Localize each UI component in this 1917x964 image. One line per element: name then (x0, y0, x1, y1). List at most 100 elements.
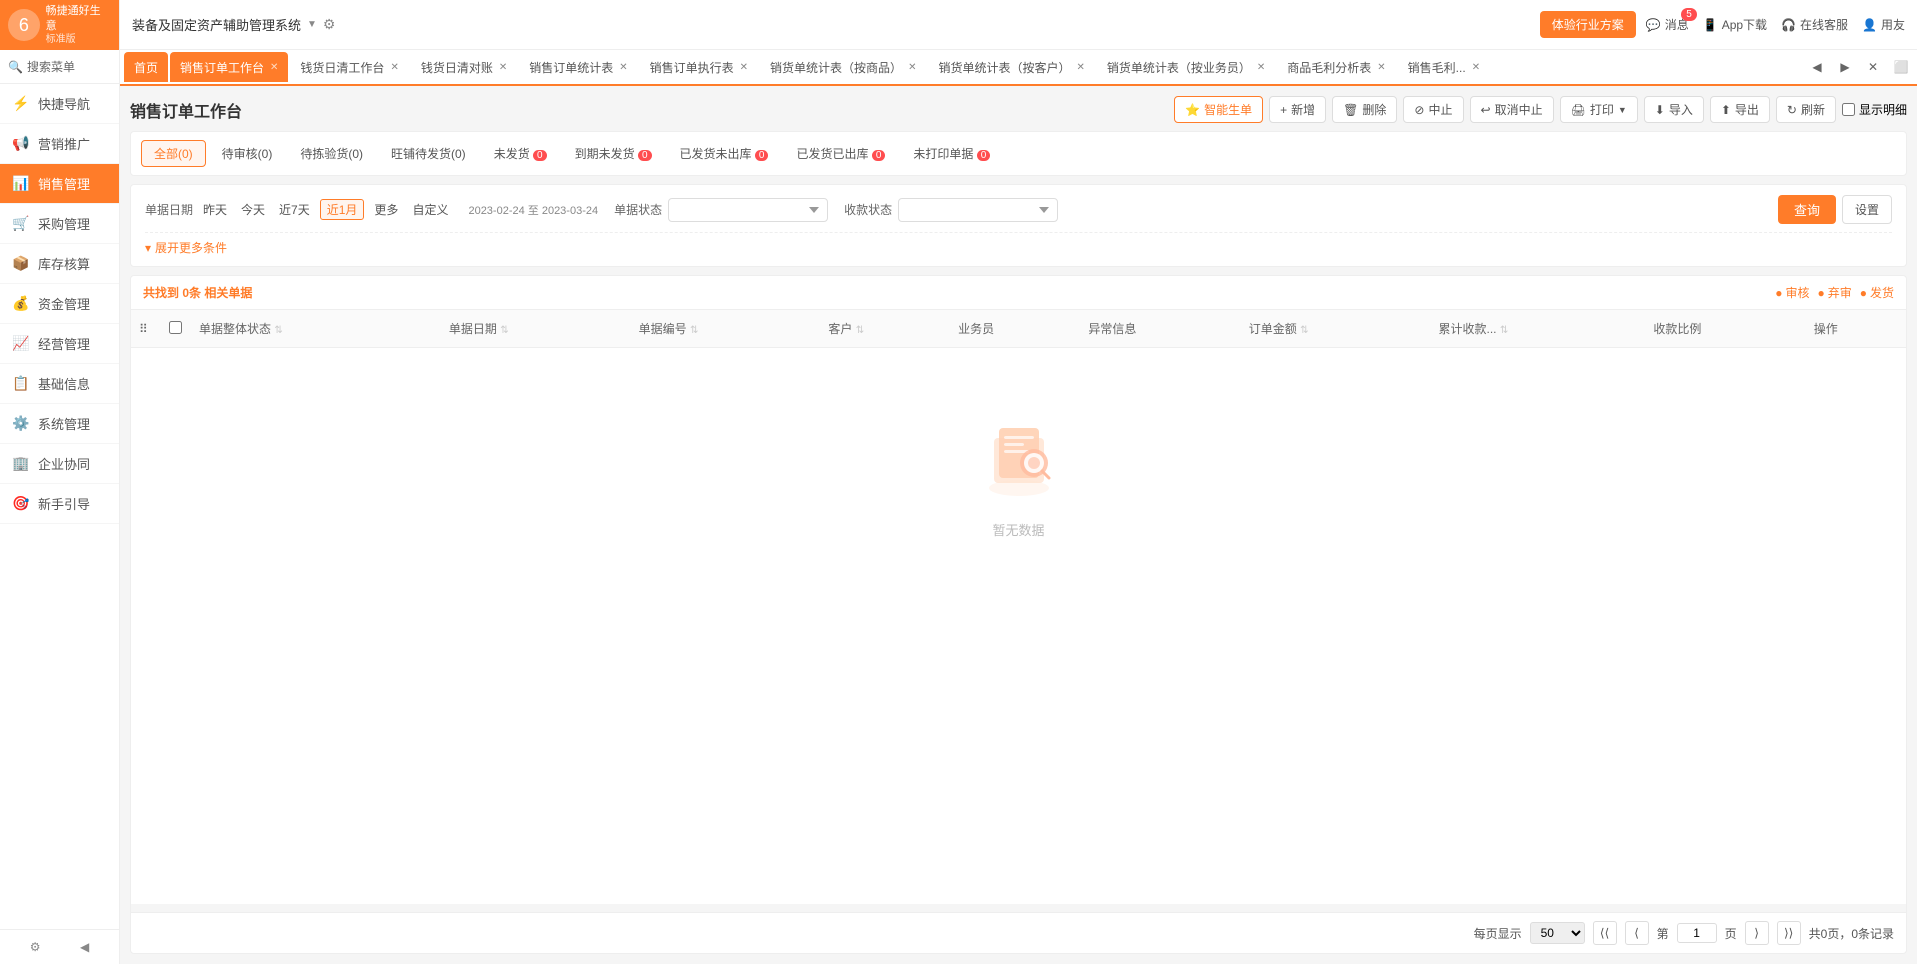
page-first-button[interactable]: ⟨⟨ (1593, 921, 1617, 945)
tab-close-sales-stat-product[interactable]: ✕ (908, 62, 916, 73)
import-button[interactable]: ⬇ 导入 (1644, 96, 1704, 123)
show-detail-checkbox[interactable] (1842, 103, 1855, 116)
result-count: 0条 (182, 286, 201, 300)
ship-toolbar-button[interactable]: ● 发货 (1860, 284, 1894, 301)
cancel-review-toolbar-button[interactable]: ● 弃审 (1817, 284, 1851, 301)
show-detail-checkbox-label[interactable]: 显示明细 (1842, 101, 1907, 118)
sidebar-item-finance[interactable]: 💰 资金管理 (0, 284, 119, 324)
delete-button[interactable]: 🗑 删除 (1332, 96, 1397, 123)
review-toolbar-button[interactable]: ● 审核 (1775, 284, 1809, 301)
date-option-7days[interactable]: 近7天 (275, 199, 314, 220)
tab-close-sales-stat-staff[interactable]: ✕ (1257, 62, 1265, 73)
smart-order-button[interactable]: ⭐ 智能生单 (1174, 96, 1263, 123)
table-scroll[interactable]: ⠿ 单据整体状态 ⇅ 单据日期 ⇅ (131, 310, 1906, 904)
date-option-1month[interactable]: 近1月 (320, 199, 365, 220)
tab-close-cash-reconcile[interactable]: ✕ (499, 62, 507, 73)
sidebar-item-sales[interactable]: 📊 销售管理 (0, 164, 119, 204)
table-col-customer[interactable]: 客户 ⇅ (820, 310, 950, 348)
table-col-date[interactable]: 单据日期 ⇅ (441, 310, 631, 348)
sub-tab-pending-inspect[interactable]: 待拣验货(0) (288, 141, 375, 166)
app-download-button[interactable]: 📱 App下载 (1703, 16, 1767, 33)
sub-tab-overdue-unshipped[interactable]: 到期未发货 0 (563, 141, 664, 166)
tab-sales-order[interactable]: 销售订单工作台 ✕ (170, 52, 288, 82)
sidebar-item-guide[interactable]: 🎯 新手引导 (0, 484, 119, 524)
settings-icon[interactable]: ⚙ (30, 940, 41, 954)
setting-button[interactable]: 设置 (1842, 195, 1892, 224)
tab-close-sales-more[interactable]: ✕ (1472, 62, 1480, 73)
date-option-custom[interactable]: 自定义 (408, 199, 452, 220)
tab-close-cash-daily[interactable]: ✕ (390, 62, 398, 73)
sub-tab-shipped-out[interactable]: 已发货已出库 0 (784, 141, 897, 166)
tab-maximize-button[interactable]: ⬜ (1889, 55, 1913, 79)
sub-tab-wangpu-pending[interactable]: 旺铺待发货(0) (379, 141, 478, 166)
table-col-staff[interactable]: 业务员 (950, 310, 1080, 348)
tab-sales-more[interactable]: 销售毛利... ✕ (1398, 52, 1490, 82)
sub-tab-not-shipped[interactable]: 未发货 0 (482, 141, 559, 166)
sub-tab-pending-review[interactable]: 待审核(0) (210, 141, 285, 166)
tab-sales-stat-staff[interactable]: 销货单统计表（按业务员） ✕ (1097, 52, 1275, 82)
select-all-checkbox[interactable] (169, 321, 182, 334)
print-button[interactable]: 🖨 打印 ▼ (1560, 96, 1638, 123)
sidebar-item-system[interactable]: ⚙️ 系统管理 (0, 404, 119, 444)
table-col-amount[interactable]: 订单金额 ⇅ (1241, 310, 1431, 348)
table-col-number[interactable]: 单据编号 ⇅ (631, 310, 821, 348)
tab-sales-stat[interactable]: 销售订单统计表 ✕ (519, 52, 637, 82)
page-prev-button[interactable]: ⟨ (1625, 921, 1649, 945)
message-button[interactable]: 💬 5 消息 (1646, 16, 1689, 33)
tab-close-all-button[interactable]: ✕ (1861, 55, 1885, 79)
sub-tab-not-printed[interactable]: 未打印单据 0 (901, 141, 1002, 166)
page-last-button[interactable]: ⟩⟩ (1777, 921, 1801, 945)
refresh-button[interactable]: ↻ 刷新 (1776, 96, 1836, 123)
stop-button[interactable]: ⊘ 中止 (1403, 96, 1463, 123)
tab-close-product-margin[interactable]: ✕ (1377, 62, 1385, 73)
horizontal-scrollbar[interactable] (131, 904, 1906, 912)
sidebar-item-purchase[interactable]: 🛒 采购管理 (0, 204, 119, 244)
table-count: 共找到 0条 相关单据 (143, 284, 252, 301)
payment-select[interactable] (898, 198, 1058, 222)
page-next-button[interactable]: ⟩ (1745, 921, 1769, 945)
tab-cash-daily[interactable]: 钱货日清工作台 ✕ (290, 52, 408, 82)
sub-tab-shipped-not-out[interactable]: 已发货未出库 0 (668, 141, 781, 166)
tab-product-margin[interactable]: 商品毛利分析表 ✕ (1277, 52, 1395, 82)
tab-scroll-left-button[interactable]: ◀ (1805, 55, 1829, 79)
tab-cash-reconcile[interactable]: 钱货日清对账 ✕ (411, 52, 517, 82)
query-button[interactable]: 查询 (1778, 195, 1836, 224)
tab-scroll-right-button[interactable]: ▶ (1833, 55, 1857, 79)
tab-close-sales-stat-customer[interactable]: ✕ (1076, 62, 1084, 73)
collapse-icon[interactable]: ◀ (80, 940, 89, 954)
sidebar-item-search[interactable]: 🔍 搜索菜单 (0, 50, 119, 84)
cancel-stop-button[interactable]: ↩ 取消中止 (1470, 96, 1554, 123)
sidebar-item-inventory[interactable]: 📦 库存核算 (0, 244, 119, 284)
tab-sales-exec[interactable]: 销售订单执行表 ✕ (640, 52, 758, 82)
tab-close-sales-order[interactable]: ✕ (270, 62, 278, 73)
system-dropdown-icon[interactable]: ▼ (307, 19, 317, 30)
tab-sales-stat-product[interactable]: 销货单统计表（按商品） ✕ (760, 52, 926, 82)
tab-sales-stat-customer[interactable]: 销货单统计表（按客户） ✕ (928, 52, 1094, 82)
page-number-input[interactable] (1677, 923, 1717, 943)
table-col-collected[interactable]: 累计收款... ⇅ (1431, 310, 1646, 348)
tab-close-sales-exec[interactable]: ✕ (740, 62, 748, 73)
cancel-review-icon: ● (1817, 286, 1824, 300)
sidebar-item-quick-nav[interactable]: ⚡ 快捷导航 (0, 84, 119, 124)
sidebar-item-enterprise[interactable]: 🏢 企业协同 (0, 444, 119, 484)
tab-close-sales-stat[interactable]: ✕ (619, 62, 627, 73)
date-option-today[interactable]: 今天 (237, 199, 269, 220)
add-button[interactable]: + 新增 (1269, 96, 1326, 123)
sidebar-item-marketing[interactable]: 📢 营销推广 (0, 124, 119, 164)
table-col-checkbox[interactable] (161, 310, 191, 348)
sidebar-item-operation[interactable]: 📈 经营管理 (0, 324, 119, 364)
page-size-select[interactable]: 50 10 20 100 (1530, 922, 1585, 944)
settings-gear-icon[interactable]: ⚙ (323, 16, 336, 33)
sub-tab-all[interactable]: 全部(0) (141, 140, 206, 167)
expand-conditions-button[interactable]: ▾ 展开更多条件 (145, 239, 1892, 256)
date-option-more[interactable]: 更多 (370, 199, 402, 220)
table-col-status[interactable]: 单据整体状态 ⇅ (191, 310, 441, 348)
date-option-yesterday[interactable]: 昨天 (199, 199, 231, 220)
status-select[interactable] (668, 198, 828, 222)
user-avatar[interactable]: 👤 用友 (1862, 16, 1905, 33)
export-button[interactable]: ⬆ 导出 (1710, 96, 1770, 123)
experience-button[interactable]: 体验行业方案 (1540, 11, 1636, 38)
sidebar-item-basic-info[interactable]: 📋 基础信息 (0, 364, 119, 404)
tab-home[interactable]: 首页 (124, 52, 168, 82)
online-service-button[interactable]: 🎧 在线客服 (1781, 16, 1848, 33)
